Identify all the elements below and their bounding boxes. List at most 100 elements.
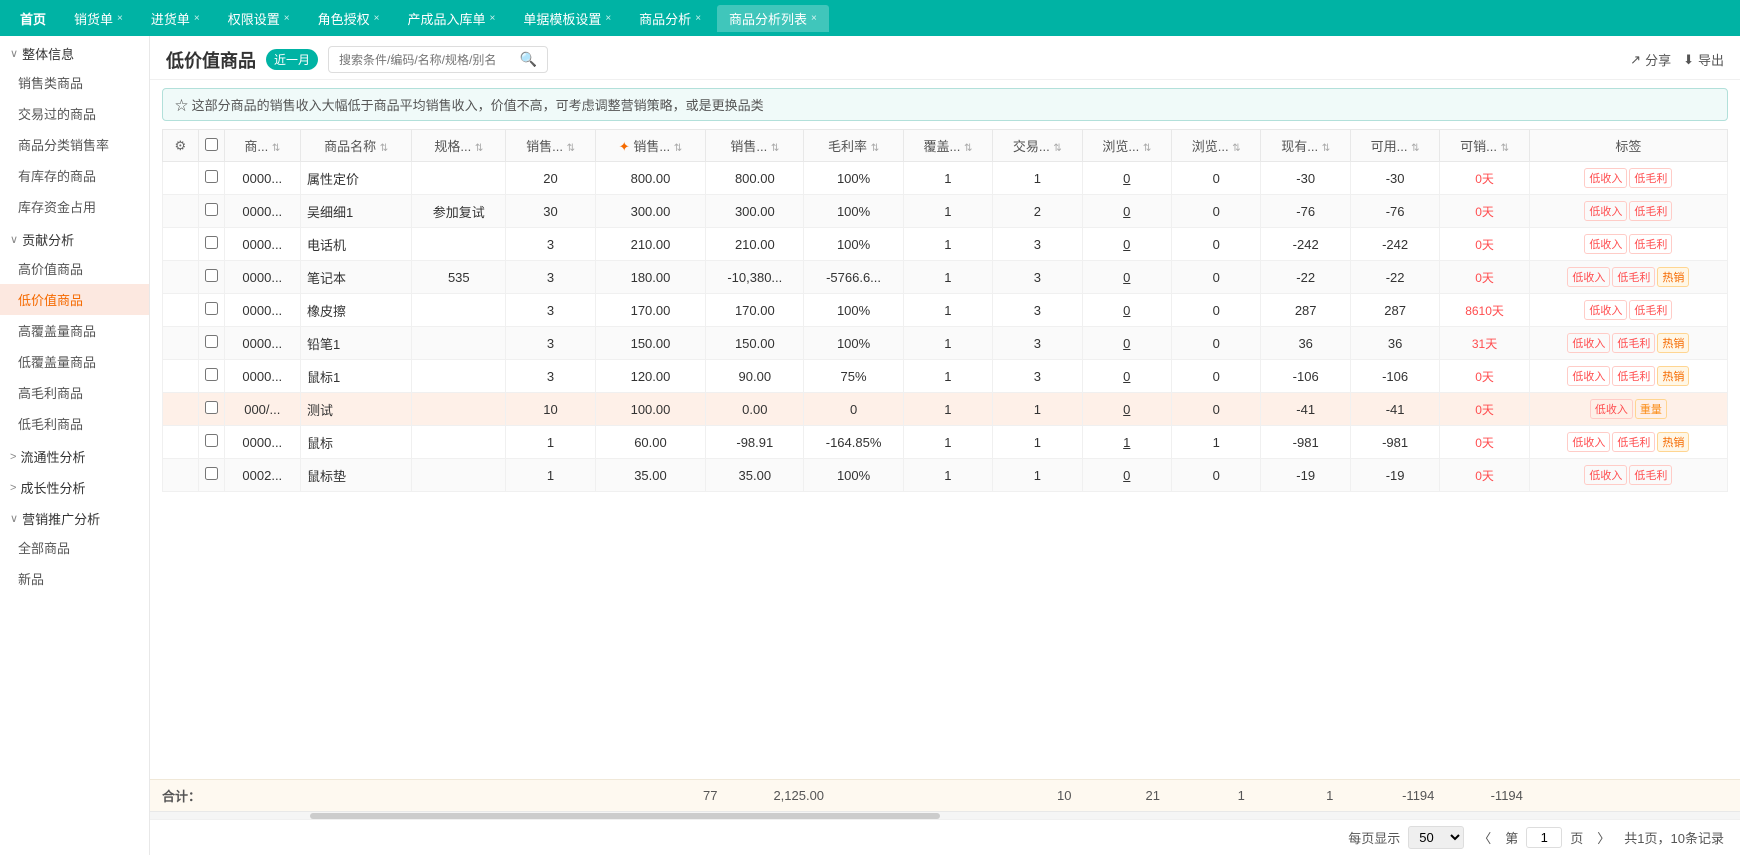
sort-icon[interactable]: ⇅	[964, 143, 972, 154]
next-page-button[interactable]: 〉	[1591, 826, 1616, 849]
settings-header[interactable]: ⚙	[163, 130, 199, 162]
th-saleable[interactable]: 可销... ⇅	[1440, 130, 1529, 162]
browse1-link[interactable]: 0	[1123, 204, 1130, 219]
row-checkbox[interactable]	[205, 335, 218, 348]
search-input[interactable]	[339, 53, 514, 67]
row-cover: 1	[903, 360, 992, 393]
th-spec[interactable]: 规格... ⇅	[412, 130, 506, 162]
browse1-link[interactable]: 0	[1123, 171, 1130, 186]
sort-icon[interactable]: ⇅	[871, 143, 879, 154]
sort-icon[interactable]: ⇅	[272, 143, 280, 154]
row-checkbox[interactable]	[205, 170, 218, 183]
tab-permission-settings[interactable]: 权限设置 ×	[216, 5, 302, 32]
sidebar-item-inventory-products[interactable]: 有库存的商品	[0, 160, 149, 191]
close-icon[interactable]: ×	[811, 13, 817, 24]
close-icon[interactable]: ×	[194, 13, 200, 24]
sidebar-item-high-coverage[interactable]: 高覆盖量商品	[0, 315, 149, 346]
browse1-link[interactable]: 0	[1123, 303, 1130, 318]
browse1-link[interactable]: 0	[1123, 237, 1130, 252]
sidebar-item-traded-products[interactable]: 交易过的商品	[0, 98, 149, 129]
th-sale2[interactable]: ✦ 销售... ⇅	[595, 130, 705, 162]
sidebar-item-inventory-funds[interactable]: 库存资金占用	[0, 191, 149, 222]
settings-icon[interactable]: ⚙	[174, 138, 186, 153]
th-browse2[interactable]: 浏览... ⇅	[1172, 130, 1261, 162]
row-checkbox[interactable]	[205, 467, 218, 480]
sidebar-item-high-margin[interactable]: 高毛利商品	[0, 377, 149, 408]
share-button[interactable]: ↗ 分享	[1630, 50, 1671, 69]
browse1-link[interactable]: 0	[1123, 402, 1130, 417]
tab-role-auth[interactable]: 角色授权 ×	[306, 5, 392, 32]
sort-icon[interactable]: ⇅	[380, 143, 388, 154]
sort-icon[interactable]: ⇅	[771, 143, 779, 154]
th-code[interactable]: 商... ⇅	[224, 130, 300, 162]
th-current[interactable]: 现有... ⇅	[1261, 130, 1350, 162]
th-trade[interactable]: 交易... ⇅	[993, 130, 1082, 162]
th-available[interactable]: 可用... ⇅	[1350, 130, 1439, 162]
close-icon[interactable]: ×	[284, 13, 290, 24]
sort-icon[interactable]: ⇅	[1411, 143, 1419, 154]
row-s2: 60.00	[595, 426, 705, 459]
browse1-link[interactable]: 0	[1123, 270, 1130, 285]
sidebar-group-marketing[interactable]: ∨ 营销推广分析	[0, 501, 149, 532]
tab-product-inbound[interactable]: 产成品入库单 ×	[395, 5, 507, 32]
sort-icon[interactable]: ⇅	[475, 143, 483, 154]
row-checkbox[interactable]	[205, 401, 218, 414]
tab-template-settings[interactable]: 单据模板设置 ×	[511, 5, 623, 32]
th-sale1[interactable]: 销售... ⇅	[506, 130, 595, 162]
row-checkbox[interactable]	[205, 236, 218, 249]
prev-page-button[interactable]: 〈	[1472, 826, 1497, 849]
th-browse1[interactable]: 浏览... ⇅	[1082, 130, 1171, 162]
checkbox-header[interactable]	[198, 130, 224, 162]
sidebar-group-contribution[interactable]: ∨ 贡献分析	[0, 222, 149, 253]
sort-icon[interactable]: ⇅	[1053, 143, 1061, 154]
close-icon[interactable]: ×	[489, 13, 495, 24]
row-checkbox[interactable]	[205, 434, 218, 447]
th-margin[interactable]: 毛利率 ⇅	[804, 130, 903, 162]
sidebar-item-low-value[interactable]: 低价值商品	[0, 284, 149, 315]
browse1-link[interactable]: 0	[1123, 468, 1130, 483]
sort-icon[interactable]: ⇅	[1501, 143, 1509, 154]
th-cover[interactable]: 覆盖... ⇅	[903, 130, 992, 162]
summary-trade: 21	[1109, 786, 1198, 805]
export-button[interactable]: ⬇ 导出	[1683, 50, 1724, 69]
browse1-link[interactable]: 0	[1123, 336, 1130, 351]
horizontal-scrollbar[interactable]	[310, 813, 940, 819]
close-icon[interactable]: ×	[117, 13, 123, 24]
row-checkbox[interactable]	[205, 302, 218, 315]
row-checkbox[interactable]	[205, 368, 218, 381]
sidebar-item-low-margin[interactable]: 低毛利商品	[0, 408, 149, 439]
tab-sales-order[interactable]: 销货单 ×	[62, 5, 135, 32]
search-icon[interactable]: 🔍	[520, 51, 537, 68]
sidebar-item-sales-products[interactable]: 销售类商品	[0, 67, 149, 98]
tab-product-analysis-list[interactable]: 商品分析列表 ×	[717, 5, 829, 32]
sort-icon[interactable]: ⇅	[1232, 143, 1240, 154]
sort-icon[interactable]: ⇅	[674, 143, 682, 154]
tab-product-analysis[interactable]: 商品分析 ×	[627, 5, 713, 32]
close-icon[interactable]: ×	[605, 13, 611, 24]
sidebar-group-circulation[interactable]: > 流通性分析	[0, 439, 149, 470]
sort-icon[interactable]: ⇅	[1143, 143, 1151, 154]
sort-icon[interactable]: ⇅	[1322, 143, 1330, 154]
sidebar-group-growth[interactable]: > 成长性分析	[0, 470, 149, 501]
th-sale3[interactable]: 销售... ⇅	[706, 130, 804, 162]
page-number-input[interactable]	[1526, 827, 1562, 848]
sidebar-item-low-coverage[interactable]: 低覆盖量商品	[0, 346, 149, 377]
sidebar-group-overall[interactable]: ∨ 整体信息	[0, 36, 149, 67]
th-name[interactable]: 商品名称 ⇅	[300, 130, 411, 162]
per-page-select[interactable]: 50 100	[1408, 826, 1464, 849]
select-all-checkbox[interactable]	[205, 138, 218, 151]
sort-icon[interactable]: ⇅	[567, 143, 575, 154]
row-checkbox[interactable]	[205, 203, 218, 216]
close-icon[interactable]: ×	[374, 13, 380, 24]
close-icon[interactable]: ×	[695, 13, 701, 24]
sidebar-item-high-value[interactable]: 高价值商品	[0, 253, 149, 284]
row-checkbox[interactable]	[205, 269, 218, 282]
tab-home[interactable]: 首页	[8, 5, 58, 32]
browse1-link[interactable]: 1	[1123, 435, 1130, 450]
sidebar-item-all-products[interactable]: 全部商品	[0, 532, 149, 563]
period-badge[interactable]: 近一月	[266, 49, 318, 70]
tab-purchase-order[interactable]: 进货单 ×	[139, 5, 212, 32]
sidebar-item-new-products[interactable]: 新品	[0, 563, 149, 594]
sidebar-item-category-sales[interactable]: 商品分类销售率	[0, 129, 149, 160]
browse1-link[interactable]: 0	[1123, 369, 1130, 384]
